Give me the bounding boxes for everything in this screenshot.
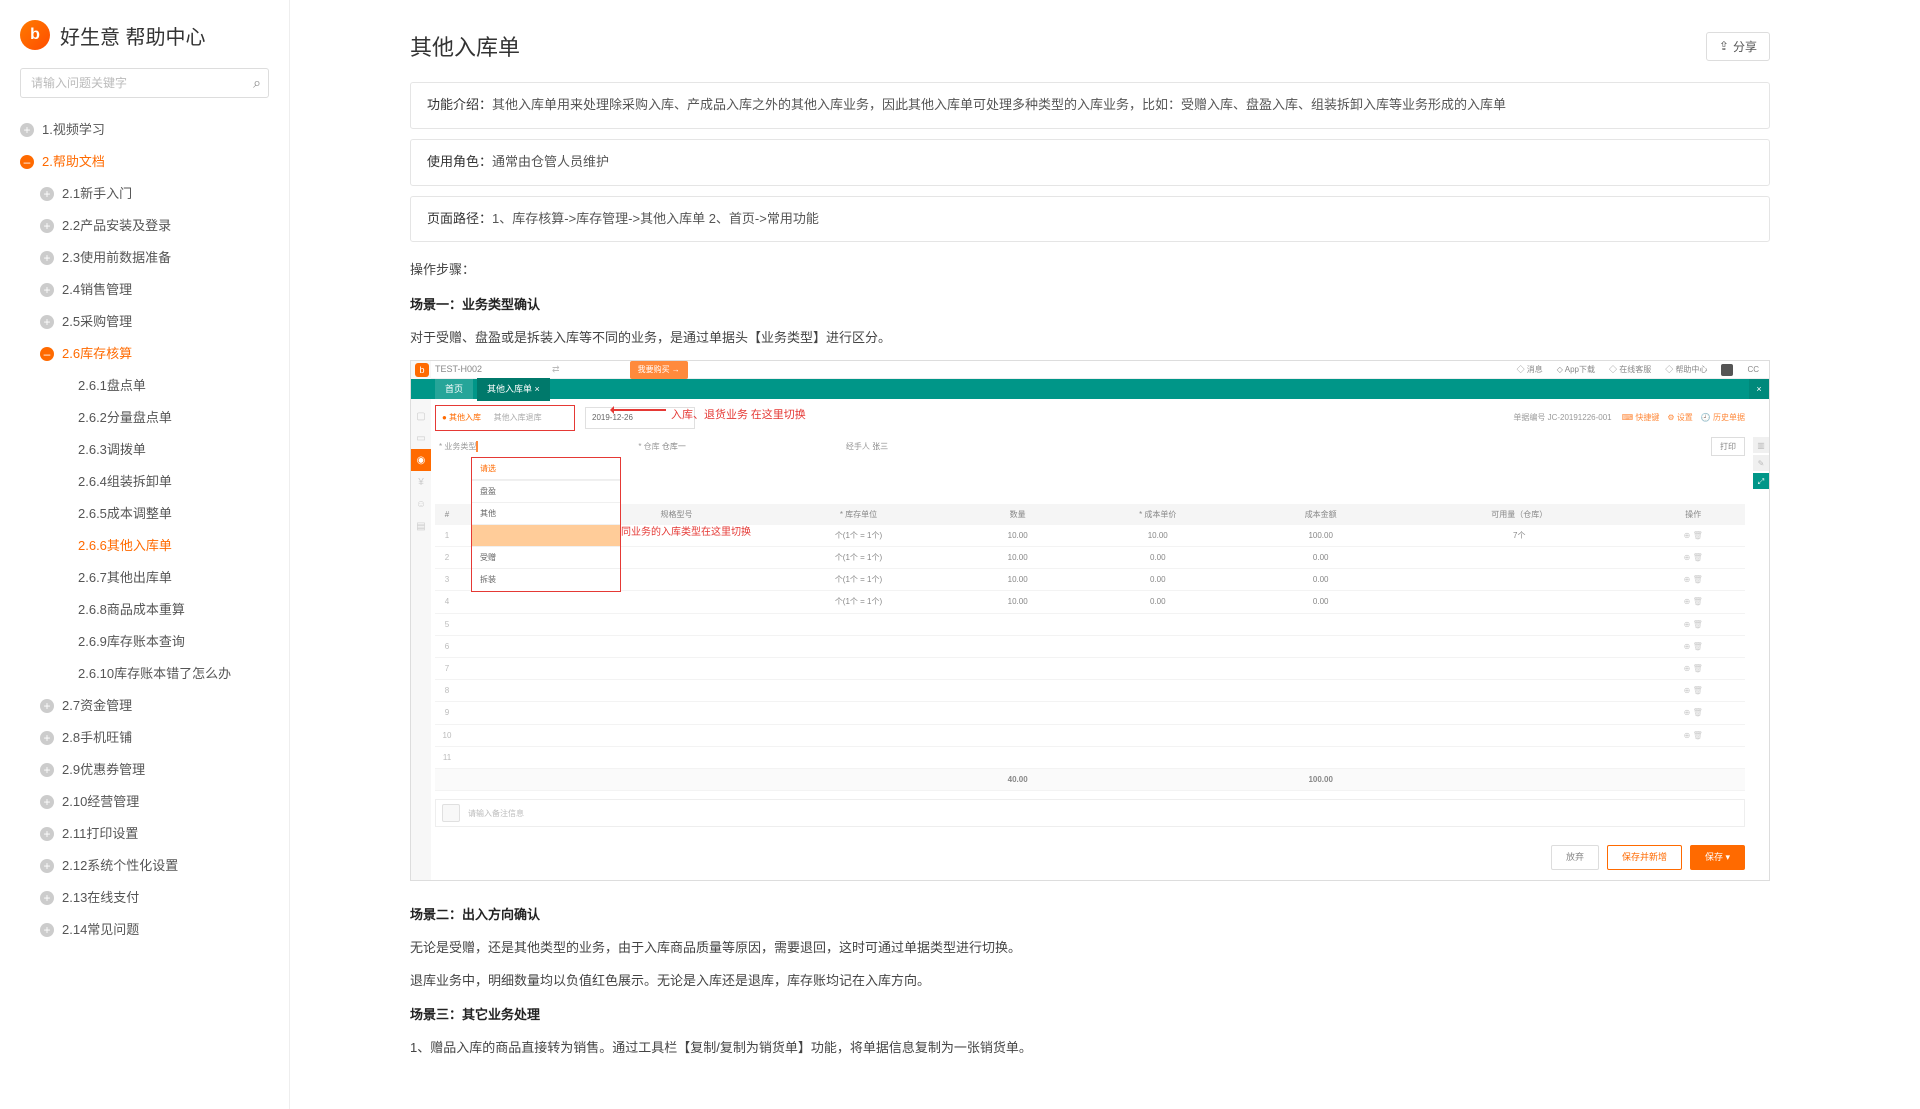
path-box: 页面路径：1、库存核算->库存管理->其他入库单 2、首页->常用功能 <box>410 196 1770 243</box>
site-logo: b <box>20 20 50 50</box>
plus-icon: + <box>20 123 34 137</box>
intro-box: 功能介绍：其他入库单用来处理除采购入库、产成品入库之外的其他入库业务，因此其他入… <box>410 82 1770 129</box>
tree-item-ledger[interactable]: 2.6.9库存账本查询 <box>20 626 289 658</box>
tree-item-faq[interactable]: +2.14常见问题 <box>20 914 289 946</box>
scene2-text2: 退库业务中，明细数量均以负值红色展示。无论是入库还是退库，库存账均记在入库方向。 <box>410 969 1770 994</box>
shot-save-button: 保存 ▾ <box>1690 845 1745 870</box>
shot-settings: ⚙ 设置 <box>1667 410 1692 425</box>
scene2-title: 场景二：出入方向确认 <box>410 903 1770 928</box>
tree-item-purchase[interactable]: +2.5采购管理 <box>20 306 289 338</box>
tree-item-cost-adjust[interactable]: 2.6.5成本调整单 <box>20 498 289 530</box>
scene3-title: 场景三：其它业务处理 <box>410 1003 1770 1028</box>
tree-item-other-out[interactable]: 2.6.7其他出库单 <box>20 562 289 594</box>
tool-icon: ✎ <box>1753 455 1769 471</box>
plus-icon: + <box>40 923 54 937</box>
shot-tab-current: 其他入库单 × <box>477 378 550 401</box>
shot-print: 打印 <box>1711 437 1745 456</box>
shot-table: #商品入规格型号* 库存单位数量* 成本单价成本金额可用量（仓库）操作 1个(1… <box>435 504 1745 791</box>
shot-discard-button: 放弃 <box>1551 845 1599 870</box>
share-button[interactable]: ⇪分享 <box>1706 32 1770 61</box>
plus-icon: + <box>40 763 54 777</box>
tree-item-operate[interactable]: +2.10经营管理 <box>20 786 289 818</box>
plus-icon: + <box>40 795 54 809</box>
plus-icon: + <box>40 699 54 713</box>
tree-item-inventory[interactable]: –2.6库存核算 <box>20 338 289 370</box>
plus-icon: + <box>40 219 54 233</box>
tree-item-install[interactable]: +2.2产品安装及登录 <box>20 210 289 242</box>
shot-rightbar: ▥ ✎ ⤢ <box>1753 437 1769 491</box>
scene2-text1: 无论是受赠，还是其他类型的业务，由于入库商品质量等原因，需要退回，这时可通过单据… <box>410 936 1770 961</box>
arrow-icon <box>611 409 666 411</box>
tree-item-transfer[interactable]: 2.6.3调拨单 <box>20 434 289 466</box>
minus-icon: – <box>20 155 34 169</box>
shot-remark: 备注信息 请输入备注信息 <box>435 799 1745 827</box>
tree-item-ledger-fix[interactable]: 2.6.10库存账本错了怎么办 <box>20 658 289 690</box>
shot-shortcuts: ⌨ 快捷键 <box>1622 410 1660 425</box>
shot-switch-icon: ⇄ <box>552 361 560 378</box>
shot-radio-return: 其他入库退库 <box>494 413 542 422</box>
tool-icon: ▥ <box>1753 437 1769 453</box>
shot-trial-button: 我要购买 → <box>630 361 688 378</box>
shot-history: 🕘 历史单据 <box>1701 410 1745 425</box>
plus-icon: + <box>40 187 54 201</box>
shot-logo-icon: b <box>415 363 429 377</box>
share-icon: ⇪ <box>1719 39 1729 53</box>
plus-icon: + <box>40 891 54 905</box>
shot-dropdown: 请选 盘盈 其他 受赠 拆装 <box>471 457 621 592</box>
shot-avatar <box>1721 364 1733 376</box>
tree-item-assembly[interactable]: 2.6.4组装拆卸单 <box>20 466 289 498</box>
plus-icon: + <box>40 731 54 745</box>
shot-user: CC <box>1747 362 1759 377</box>
tree-item-help-docs[interactable]: –2.帮助文档 <box>20 146 289 178</box>
plus-icon: + <box>40 251 54 265</box>
shot-nav-app: ◇ App下载 <box>1557 362 1595 377</box>
annotation-1: 入库、退货业务 在这里切换 <box>671 405 806 426</box>
shot-savenew-button: 保存并新增 <box>1607 845 1682 870</box>
plus-icon: + <box>40 283 54 297</box>
plus-icon: + <box>40 827 54 841</box>
shot-nav-msg: ◇ 消息 <box>1517 362 1543 377</box>
tree-item-finance[interactable]: +2.7资金管理 <box>20 690 289 722</box>
scene1-title: 场景一：业务类型确认 <box>410 293 1770 318</box>
tree-item-stocktake[interactable]: 2.6.1盘点单 <box>20 370 289 402</box>
scene3-text1: 1、赠品入库的商品直接转为销售。通过工具栏【复制/复制为销货单】功能，将单据信息… <box>410 1036 1770 1061</box>
tree-item-video[interactable]: +1.视频学习 <box>20 114 289 146</box>
tree-item-partial-stocktake[interactable]: 2.6.2分量盘点单 <box>20 402 289 434</box>
tree-item-print[interactable]: +2.11打印设置 <box>20 818 289 850</box>
shot-radio-group: ● 其他入库 其他入库退库 <box>435 405 575 430</box>
scene1-text: 对于受赠、盘盈或是拆装入库等不同的业务，是通过单据头【业务类型】进行区分。 <box>410 326 1770 351</box>
plus-icon: + <box>40 859 54 873</box>
shot-radio-in: ● 其他入库 <box>442 413 481 422</box>
plus-icon: + <box>40 315 54 329</box>
minus-icon: – <box>40 347 54 361</box>
screenshot-1: ⌂ ▦ ▢ ▭ ◉ ¥ ☺ ▤ b TEST-H002 ⇄ 我要购买 → ◇ 消… <box>410 360 1770 881</box>
tree-item-mobile[interactable]: +2.8手机旺铺 <box>20 722 289 754</box>
tool-icon: ⤢ <box>1753 473 1769 489</box>
tree-item-recalc[interactable]: 2.6.8商品成本重算 <box>20 594 289 626</box>
role-box: 使用角色：通常由仓管人员维护 <box>410 139 1770 186</box>
shot-close-icon: × <box>1749 379 1769 399</box>
tree-item-coupon[interactable]: +2.9优惠券管理 <box>20 754 289 786</box>
shot-tab-home: 首页 <box>435 378 473 401</box>
page-title: 其他入库单 <box>410 30 520 62</box>
tree-item-prep[interactable]: +2.3使用前数据准备 <box>20 242 289 274</box>
tree-item-pay[interactable]: +2.13在线支付 <box>20 882 289 914</box>
remark-icon <box>442 804 460 822</box>
shot-company: TEST-H002 <box>435 361 482 378</box>
search-input[interactable] <box>20 68 269 98</box>
tree-item-sales[interactable]: +2.4销售管理 <box>20 274 289 306</box>
site-title: 好生意 帮助中心 <box>60 21 206 50</box>
tree-item-newbie[interactable]: +2.1新手入门 <box>20 178 289 210</box>
tree-item-system[interactable]: +2.12系统个性化设置 <box>20 850 289 882</box>
shot-nav-help: ◇ 帮助中心 <box>1665 362 1707 377</box>
tree-item-other-in[interactable]: 2.6.6其他入库单 <box>20 530 289 562</box>
shot-nav-cs: ◇ 在线客服 <box>1609 362 1651 377</box>
shot-docno: 单据编号 JC-20191226-001 <box>1513 410 1611 425</box>
steps-label: 操作步骤： <box>410 258 1770 283</box>
